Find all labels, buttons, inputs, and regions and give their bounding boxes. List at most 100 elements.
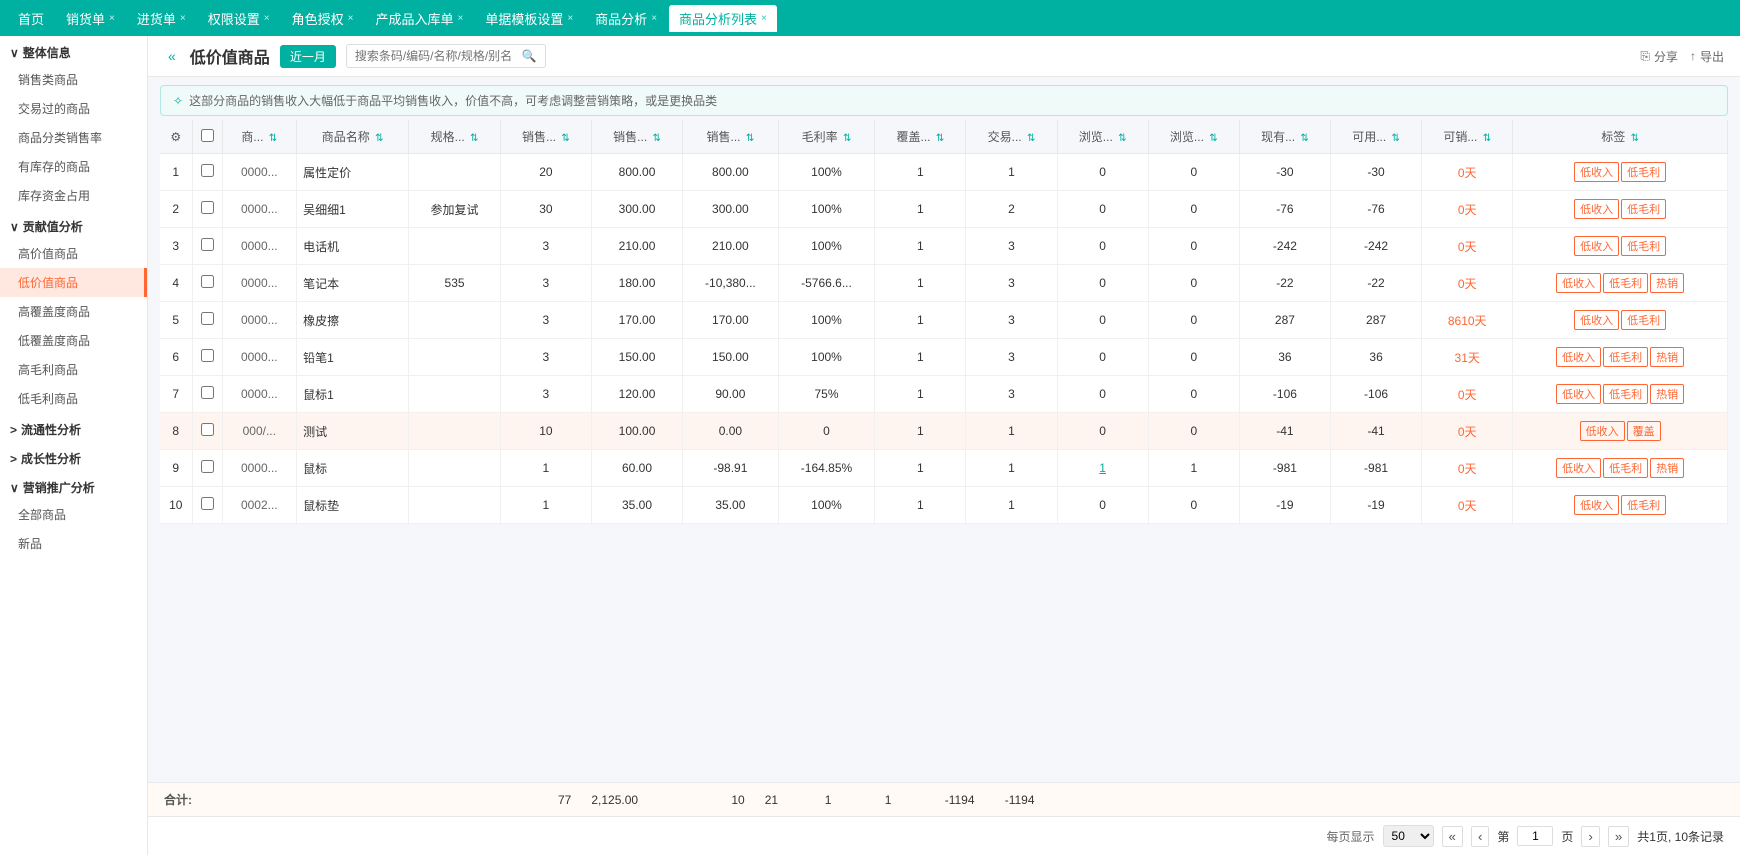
close-icon[interactable]: ×	[180, 13, 186, 24]
nav-sales-order[interactable]: 销货单 ×	[56, 5, 125, 32]
row-stock: -19	[1239, 487, 1330, 524]
row-checkbox[interactable]	[192, 265, 222, 302]
sidebar-item-new-goods[interactable]: 新品	[0, 529, 147, 558]
row-select-checkbox[interactable]	[201, 497, 214, 510]
column-saleable: 可销... ⇅	[1422, 120, 1513, 154]
row-coverage: 1	[875, 302, 966, 339]
sidebar-collapse-button[interactable]: «	[164, 44, 180, 68]
sidebar-item-low-coverage[interactable]: 低覆盖度商品	[0, 326, 147, 355]
row-code: 0002...	[222, 487, 297, 524]
sidebar-item-low-value[interactable]: 低价值商品	[0, 268, 147, 297]
row-browse1: 0	[1057, 413, 1148, 450]
share-button[interactable]: ⎘ 分享	[1640, 48, 1678, 65]
row-sales1: 3	[500, 302, 591, 339]
nav-product-analysis-list[interactable]: 商品分析列表 ×	[669, 5, 777, 32]
prev-page-button[interactable]: ‹	[1471, 826, 1489, 847]
close-icon[interactable]: ×	[457, 13, 463, 24]
nav-home[interactable]: 首页	[8, 5, 54, 32]
search-icon[interactable]: 🔍	[522, 49, 537, 63]
row-tags: 低收入低毛利热销	[1513, 450, 1728, 487]
sidebar-section-liquidity[interactable]: > 流通性分析	[0, 413, 147, 442]
sidebar-item-traded-goods[interactable]: 交易过的商品	[0, 94, 147, 123]
sidebar-item-high-margin[interactable]: 高毛利商品	[0, 355, 147, 384]
sidebar-section-overall[interactable]: ∨ 整体信息	[0, 36, 147, 65]
row-coverage: 1	[875, 450, 966, 487]
filter-recent-month-button[interactable]: 近一月	[280, 45, 336, 68]
row-checkbox[interactable]	[192, 302, 222, 339]
row-select-checkbox[interactable]	[201, 275, 214, 288]
total-records-label: 共1页, 10条记录	[1637, 828, 1724, 845]
content-header: « 低价值商品 近一月 🔍 ⎘ 分享 ↑ 导出	[148, 36, 1740, 77]
nav-permission-settings[interactable]: 权限设置 ×	[198, 5, 280, 32]
row-sales2: 210.00	[591, 228, 682, 265]
footer-cover-total: 10	[721, 793, 754, 807]
sidebar-item-low-margin[interactable]: 低毛利商品	[0, 384, 147, 413]
sidebar-item-high-coverage[interactable]: 高覆盖度商品	[0, 297, 147, 326]
row-select-checkbox[interactable]	[201, 238, 214, 251]
row-checkbox[interactable]	[192, 450, 222, 487]
close-icon[interactable]: ×	[109, 13, 115, 24]
nav-template-settings[interactable]: 单据模板设置 ×	[475, 5, 583, 32]
page-number-input[interactable]	[1517, 826, 1553, 846]
table-row: 3 0000... 电话机 3 210.00 210.00 100% 1 3 0…	[160, 228, 1728, 265]
page-size-select[interactable]: 50 10 20 100	[1383, 825, 1434, 847]
row-sale-days: 0天	[1422, 450, 1513, 487]
row-avail: -242	[1331, 228, 1422, 265]
sidebar-section-marketing[interactable]: ∨ 营销推广分析	[0, 471, 147, 500]
next-page-button[interactable]: ›	[1581, 826, 1599, 847]
row-select-checkbox[interactable]	[201, 349, 214, 362]
row-select-checkbox[interactable]	[201, 460, 214, 473]
row-checkbox[interactable]	[192, 228, 222, 265]
sidebar-section-contribution[interactable]: ∨ 贡献值分析	[0, 210, 147, 239]
row-checkbox[interactable]	[192, 376, 222, 413]
notice-text: 这部分商品的销售收入大幅低于商品平均销售收入，价值不高，可考虑调整营销策略，或是…	[189, 92, 717, 109]
nav-purchase-order[interactable]: 进货单 ×	[127, 5, 196, 32]
close-icon[interactable]: ×	[761, 13, 767, 24]
row-margin: -5766.6...	[778, 265, 875, 302]
nav-product-analysis[interactable]: 商品分析 ×	[585, 5, 667, 32]
row-browse1: 0	[1057, 228, 1148, 265]
close-icon[interactable]: ×	[348, 13, 354, 24]
sidebar-item-all-goods[interactable]: 全部商品	[0, 500, 147, 529]
export-button[interactable]: ↑ 导出	[1690, 48, 1724, 65]
row-sales3: 90.00	[683, 376, 779, 413]
row-checkbox[interactable]	[192, 154, 222, 191]
row-margin: 100%	[778, 339, 875, 376]
close-icon[interactable]: ×	[264, 13, 270, 24]
tag-badge: 低收入	[1556, 347, 1601, 367]
sidebar-item-sales-goods[interactable]: 销售类商品	[0, 65, 147, 94]
sidebar-section-growth[interactable]: > 成长性分析	[0, 442, 147, 471]
tag-badge: 低收入	[1556, 273, 1601, 293]
row-checkbox[interactable]	[192, 191, 222, 228]
select-all-checkbox[interactable]	[201, 129, 214, 142]
sidebar-item-category-sales-rate[interactable]: 商品分类销售率	[0, 123, 147, 152]
row-checkbox[interactable]	[192, 413, 222, 450]
row-select-checkbox[interactable]	[201, 312, 214, 325]
sidebar-item-high-value[interactable]: 高价值商品	[0, 239, 147, 268]
row-select-checkbox[interactable]	[201, 201, 214, 214]
row-browse1[interactable]: 1	[1057, 450, 1148, 487]
row-tags: 低收入低毛利	[1513, 154, 1728, 191]
sidebar-item-stocked-goods[interactable]: 有库存的商品	[0, 152, 147, 181]
row-sales3: 0.00	[683, 413, 779, 450]
first-page-button[interactable]: «	[1442, 826, 1463, 847]
close-icon[interactable]: ×	[567, 13, 573, 24]
row-select-checkbox[interactable]	[201, 423, 214, 436]
row-select-checkbox[interactable]	[201, 164, 214, 177]
export-icon: ↑	[1690, 49, 1696, 63]
search-input[interactable]	[355, 49, 518, 63]
row-select-checkbox[interactable]	[201, 386, 214, 399]
row-sale-days: 0天	[1422, 228, 1513, 265]
row-checkbox[interactable]	[192, 487, 222, 524]
column-checkbox[interactable]	[192, 120, 222, 154]
row-num: 3	[160, 228, 192, 265]
sidebar-item-inventory-capital[interactable]: 库存资金占用	[0, 181, 147, 210]
row-browse1: 0	[1057, 339, 1148, 376]
row-sales1: 20	[500, 154, 591, 191]
last-page-button[interactable]: »	[1608, 826, 1629, 847]
column-settings[interactable]: ⚙	[160, 120, 192, 154]
row-checkbox[interactable]	[192, 339, 222, 376]
nav-product-entry[interactable]: 产成品入库单 ×	[365, 5, 473, 32]
nav-role-auth[interactable]: 角色授权 ×	[282, 5, 364, 32]
close-icon[interactable]: ×	[651, 13, 657, 24]
